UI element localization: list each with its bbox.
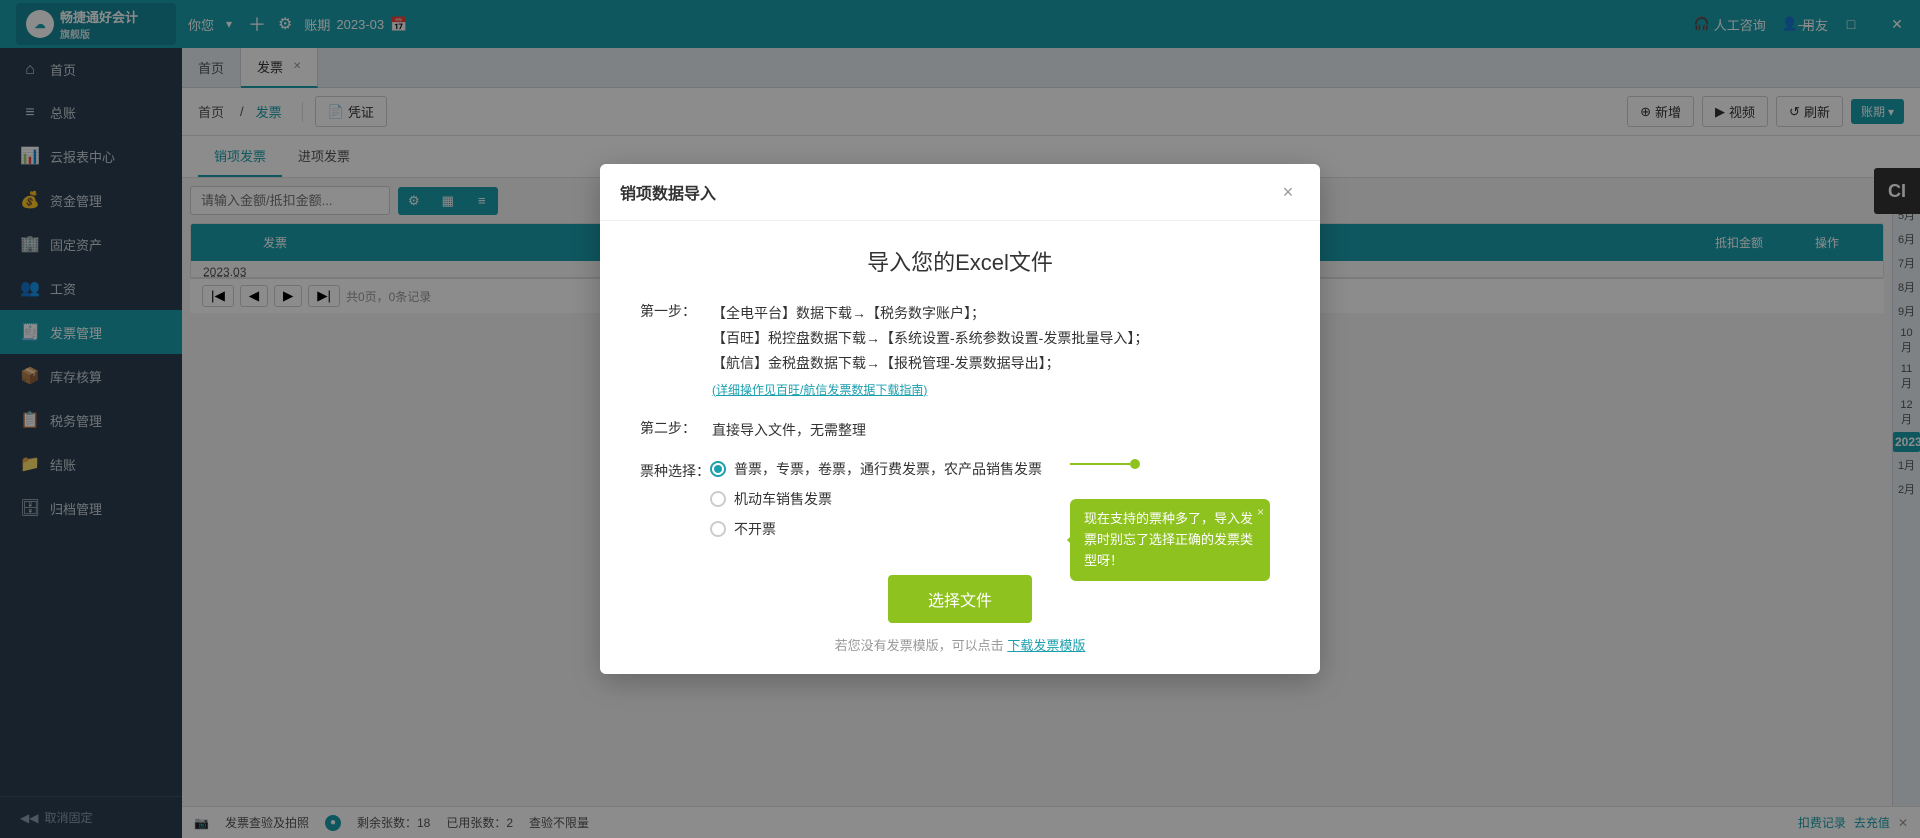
tooltip-close-button[interactable]: × — [1257, 503, 1264, 522]
step1-line-2: 【百旺】税控盘数据下载→【系统设置-系统参数设置-发票批量导入】； — [712, 326, 1148, 351]
radio-circle-1 — [710, 461, 726, 477]
radio-circle-2 — [710, 491, 726, 507]
ticket-select-label: 票种选择： — [640, 459, 710, 481]
step2-label: 第二步： — [640, 418, 704, 443]
radio-group: 普票，专票，卷票，通行费发票，农产品销售发票 × 现在支持的票种多了，导入发票时… — [710, 459, 1050, 539]
tooltip-connector — [1070, 459, 1140, 469]
modal-body: 导入您的Excel文件 第一步： 【全电平台】数据下载→【税务数字账户】； 【百… — [600, 221, 1320, 559]
step2-content: 直接导入文件，无需整理 — [712, 418, 866, 443]
step1-label: 第一步： — [640, 301, 704, 402]
download-template-link[interactable]: 下载发票模版 — [1007, 638, 1085, 653]
step1-content: 【全电平台】数据下载→【税务数字账户】； 【百旺】税控盘数据下载→【系统设置-系… — [712, 301, 1148, 402]
step1-guide-link[interactable]: (详细操作见百旺/航信发票数据下载指南) — [712, 383, 927, 397]
tooltip-line — [1070, 463, 1130, 465]
step1: 第一步： 【全电平台】数据下载→【税务数字账户】； 【百旺】税控盘数据下载→【系… — [640, 301, 1280, 402]
import-modal: 销项数据导入 × 导入您的Excel文件 第一步： 【全电平台】数据下载→【税务… — [600, 164, 1320, 674]
modal-header: 销项数据导入 × — [600, 164, 1320, 221]
step1-line-1: 【全电平台】数据下载→【税务数字账户】； — [712, 301, 1148, 326]
radio-dot-1 — [714, 465, 722, 473]
modal-title: 销项数据导入 — [620, 180, 716, 204]
radio-item-1[interactable]: 普票，专票，卷票，通行费发票，农产品销售发票 × 现在支持的票种多了，导入发票时… — [710, 459, 1050, 479]
modal-overlay: 销项数据导入 × 导入您的Excel文件 第一步： 【全电平台】数据下载→【税务… — [0, 0, 1920, 838]
step1-line-3: 【航信】金税盘数据下载→【报税管理-发票数据导出】； — [712, 351, 1148, 376]
radio-item-2[interactable]: 机动车销售发票 — [710, 489, 1050, 509]
tooltip-bubble: × 现在支持的票种多了，导入发票时别忘了选择正确的发票类型呀！ — [1070, 499, 1270, 581]
step2: 第二步： 直接导入文件，无需整理 — [640, 418, 1280, 443]
modal-big-title: 导入您的Excel文件 — [640, 245, 1280, 277]
tooltip-dot — [1130, 459, 1140, 469]
modal-close-button[interactable]: × — [1276, 180, 1300, 204]
radio-item-3[interactable]: 不开票 — [710, 519, 1050, 539]
modal-footer-note: 若您没有发票模版，可以点击 下载发票模版 — [835, 635, 1086, 654]
select-file-button[interactable]: 选择文件 — [888, 575, 1032, 623]
radio-circle-3 — [710, 521, 726, 537]
ticket-select: 票种选择： 普票，专票，卷票，通行费发票，农产品销售发票 — [640, 459, 1280, 539]
